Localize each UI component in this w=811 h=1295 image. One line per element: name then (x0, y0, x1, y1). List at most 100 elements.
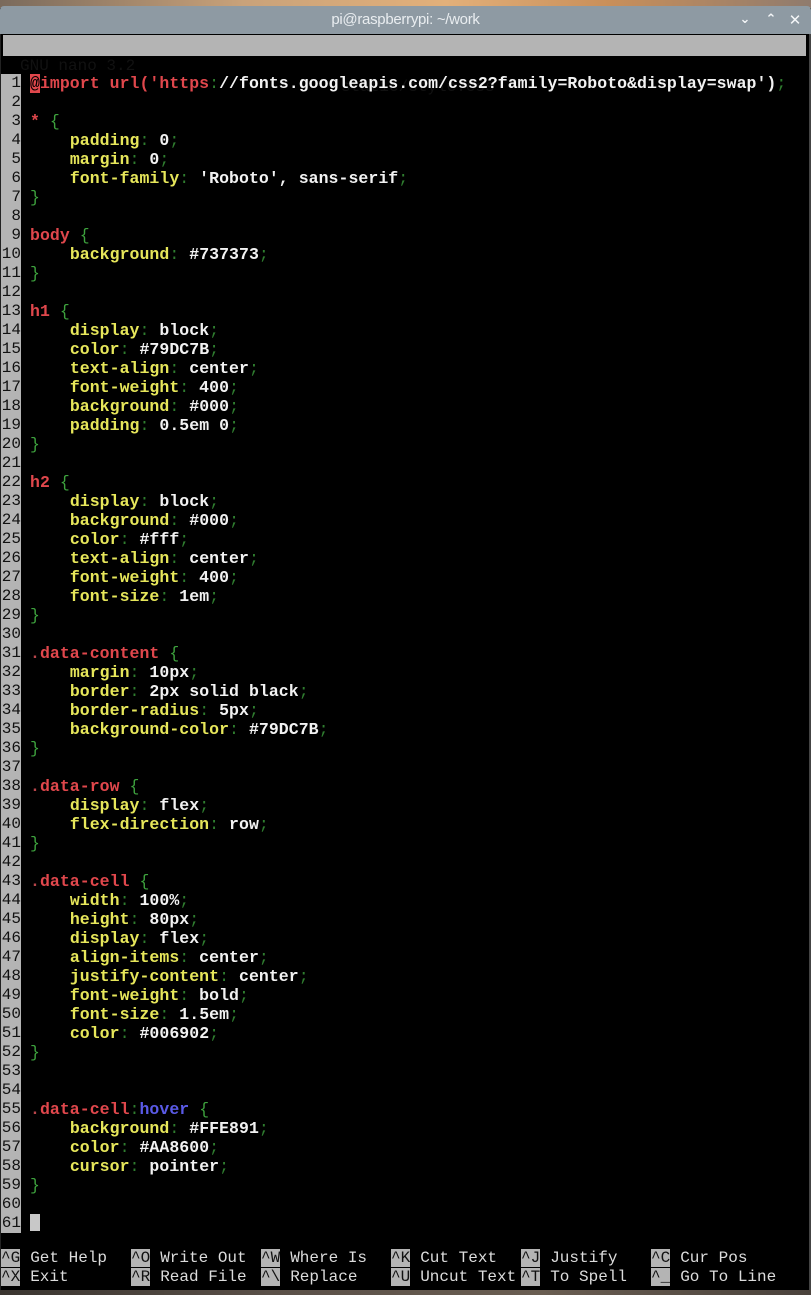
shortcut-read-file[interactable]: ^R Read File (131, 1268, 247, 1287)
code-line[interactable]: 42 (1, 853, 807, 872)
shortcut-write-out[interactable]: ^O Write Out (131, 1249, 247, 1268)
code-line[interactable]: 33 border: 2px solid black; (1, 682, 807, 701)
token-val (30, 1119, 70, 1138)
code-line[interactable]: 20} (1, 435, 807, 454)
code-line[interactable]: 46 display: flex; (1, 929, 807, 948)
shortcut-where-is[interactable]: ^W Where Is (261, 1249, 367, 1268)
code-line[interactable]: 7} (1, 188, 807, 207)
shortcut-uncut-text[interactable]: ^U Uncut Text (391, 1268, 516, 1287)
code-line[interactable]: 50 font-size: 1.5em; (1, 1005, 807, 1024)
code-line[interactable]: 35 background-color: #79DC7B; (1, 720, 807, 739)
shortcut-exit[interactable]: ^X Exit (1, 1268, 69, 1287)
code-line[interactable]: 2 (1, 93, 807, 112)
code-line[interactable]: 41} (1, 834, 807, 853)
minimize-icon[interactable]: ⌄ (736, 11, 754, 29)
token-punc: : (169, 245, 180, 264)
code-line[interactable]: 13 h1 { (1, 302, 807, 321)
code-line[interactable]: 15 color: #79DC7B; (1, 340, 807, 359)
code-line[interactable]: 1 @import url('https://fonts.googleapis.c… (1, 74, 807, 93)
code-line[interactable]: 25 color: #fff; (1, 530, 807, 549)
window-titlebar[interactable]: pi@raspberrypi: ~/work ⌄ ⌃ ✕ (0, 6, 811, 34)
line-code: } (30, 435, 40, 454)
terminal-window[interactable]: GNU nano 3.2 static/style.css 1 @import u… (0, 34, 811, 1290)
line-number: 57 (1, 1138, 21, 1157)
token-punc: : (209, 74, 220, 93)
code-line[interactable]: 24 background: #000; (1, 511, 807, 530)
editor-text-area[interactable]: 1 @import url('https://fonts.googleapis.c… (1, 74, 807, 1233)
code-line[interactable]: 39 display: flex; (1, 796, 807, 815)
token-sel: data-content (39, 644, 160, 663)
code-line[interactable]: 52} (1, 1043, 807, 1062)
code-line[interactable]: 38 .data-row { (1, 777, 807, 796)
code-line[interactable]: 27 font-weight: 400; (1, 568, 807, 587)
code-line[interactable]: 61 (1, 1214, 807, 1233)
code-line[interactable]: 17 font-weight: 400; (1, 378, 807, 397)
code-line[interactable]: 8 (1, 207, 807, 226)
code-line[interactable]: 23 display: block; (1, 492, 807, 511)
code-line[interactable]: 49 font-weight: bold; (1, 986, 807, 1005)
code-line[interactable]: 19 padding: 0.5em 0; (1, 416, 807, 435)
token-prop: background-color (69, 720, 230, 739)
code-line[interactable]: 48 justify-content: center; (1, 967, 807, 986)
code-line[interactable]: 44 width: 100%; (1, 891, 807, 910)
code-line[interactable]: 3 * { (1, 112, 807, 131)
code-line[interactable]: 4 padding: 0; (1, 131, 807, 150)
code-line[interactable]: 51 color: #006902; (1, 1024, 807, 1043)
line-code: display: flex; (30, 796, 209, 815)
line-code: h2 { (30, 473, 70, 492)
code-line[interactable]: 31 .data-content { (1, 644, 807, 663)
code-line[interactable]: 57 color: #AA8600; (1, 1138, 807, 1157)
line-number: 39 (1, 796, 21, 815)
code-line[interactable]: 14 display: block; (1, 321, 807, 340)
code-line[interactable]: 16 text-align: center; (1, 359, 807, 378)
code-line[interactable]: 59} (1, 1176, 807, 1195)
code-line[interactable]: 12 (1, 283, 807, 302)
code-line[interactable]: 28 font-size: 1em; (1, 587, 807, 606)
code-line[interactable]: 58 cursor: pointer; (1, 1157, 807, 1176)
code-line[interactable]: 40 flex-direction: row; (1, 815, 807, 834)
code-line[interactable]: 53 (1, 1062, 807, 1081)
line-code: @import url('https://fonts.googleapis.co… (30, 74, 786, 93)
code-line[interactable]: 54 (1, 1081, 807, 1100)
code-line[interactable]: 56 background: #FFE891; (1, 1119, 807, 1138)
shortcut-replace[interactable]: ^\ Replace (261, 1268, 357, 1287)
code-line[interactable]: 26 text-align: center; (1, 549, 807, 568)
token-prop: font-size (69, 587, 160, 606)
code-line[interactable]: 29} (1, 606, 807, 625)
code-line[interactable]: 5 margin: 0; (1, 150, 807, 169)
shortcut-to-spell[interactable]: ^T To Spell (521, 1268, 627, 1287)
line-number: 54 (1, 1081, 21, 1100)
code-line[interactable]: 47 align-items: center; (1, 948, 807, 967)
token-prop: margin (69, 150, 130, 169)
token-brace: { (129, 777, 140, 796)
code-line[interactable]: 11} (1, 264, 807, 283)
code-line[interactable]: 9 body { (1, 226, 807, 245)
shortcut-justify[interactable]: ^J Justify (521, 1249, 617, 1268)
code-line[interactable]: 22 h2 { (1, 473, 807, 492)
token-punc: ; (229, 416, 240, 435)
code-line[interactable]: 30 (1, 625, 807, 644)
code-line[interactable]: 45 height: 80px; (1, 910, 807, 929)
code-line[interactable]: 55 .data-cell:hover { (1, 1100, 807, 1119)
code-line[interactable]: 60 (1, 1195, 807, 1214)
shortcut-key: ^T (521, 1268, 541, 1286)
shortcut-go-to-line[interactable]: ^_ Go To Line (651, 1268, 776, 1287)
maximize-icon[interactable]: ⌃ (762, 11, 780, 29)
code-line[interactable]: 21 (1, 454, 807, 473)
shortcut-cut-text[interactable]: ^K Cut Text (391, 1249, 497, 1268)
close-icon[interactable]: ✕ (786, 11, 804, 29)
token-punc: : (139, 929, 150, 948)
code-line[interactable]: 37 (1, 758, 807, 777)
code-line[interactable]: 36} (1, 739, 807, 758)
token-punc: ; (229, 1005, 240, 1024)
code-line[interactable]: 43 .data-cell { (1, 872, 807, 891)
shortcut-get-help[interactable]: ^G Get Help (1, 1249, 107, 1268)
line-number: 42 (1, 853, 21, 872)
code-line[interactable]: 34 border-radius: 5px; (1, 701, 807, 720)
shortcut-cur-pos[interactable]: ^C Cur Pos (651, 1249, 747, 1268)
code-line[interactable]: 6 font-family: 'Roboto', sans-serif; (1, 169, 807, 188)
code-line[interactable]: 18 background: #000; (1, 397, 807, 416)
code-line[interactable]: 32 margin: 10px; (1, 663, 807, 682)
code-line[interactable]: 10 background: #737373; (1, 245, 807, 264)
token-prop: justify-content (69, 967, 220, 986)
